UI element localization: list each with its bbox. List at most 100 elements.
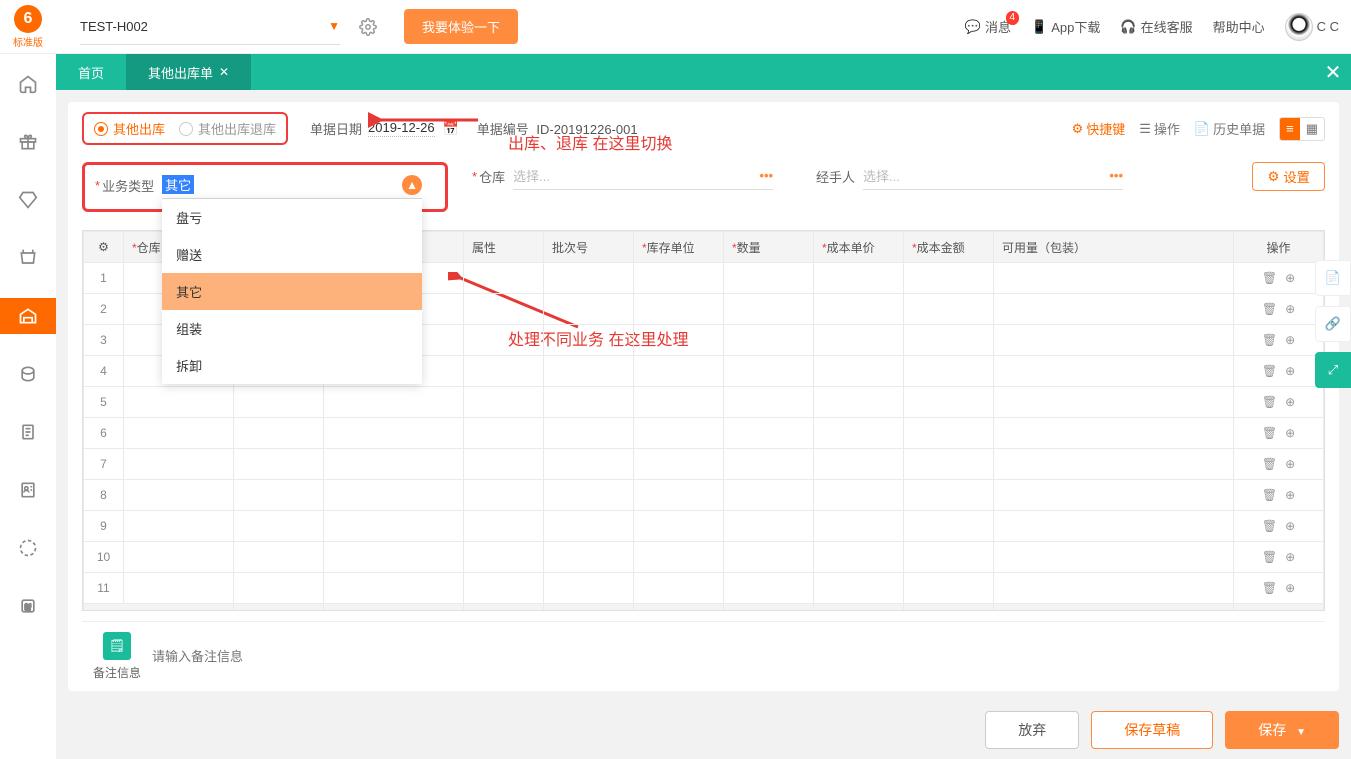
chevron-down-icon: ▼	[1296, 727, 1306, 738]
shortcut-link[interactable]: ⚙ 快捷键	[1072, 119, 1126, 138]
add-row-icon[interactable]: ⊕	[1285, 333, 1295, 347]
add-row-icon[interactable]: ⊕	[1285, 302, 1295, 316]
delete-row-icon[interactable]: 🗑	[1262, 519, 1277, 533]
nav-money[interactable]	[0, 356, 56, 392]
dd-item[interactable]: 组装	[162, 310, 422, 347]
dd-item[interactable]: 拆卸	[162, 347, 422, 384]
tab-home[interactable]: 首页	[56, 54, 126, 90]
radio-out[interactable]: 其他出库	[94, 119, 165, 138]
table-row[interactable]: 8 🗑⊕	[84, 480, 1324, 511]
delete-row-icon[interactable]: 🗑	[1262, 364, 1277, 378]
remark-label: 备注信息	[93, 664, 141, 681]
col-cost-amount: *成本金额	[904, 232, 994, 263]
warehouse-field: * 仓库 选择... •••	[472, 162, 792, 190]
remark-input[interactable]	[152, 649, 1325, 664]
close-all-tabs[interactable]: ✕	[1315, 54, 1351, 90]
more-icon[interactable]: •••	[1109, 168, 1123, 183]
app-download-label: App下载	[1051, 17, 1100, 36]
nav-home[interactable]	[0, 66, 56, 102]
shop-name: TEST-H002	[80, 19, 328, 34]
table-row[interactable]: 6 🗑⊕	[84, 418, 1324, 449]
operate-link[interactable]: ☰ 操作	[1139, 119, 1180, 138]
warehouse-label: 仓库	[479, 167, 505, 186]
view-list[interactable]: ≡	[1280, 118, 1300, 140]
settings-button[interactable]: ⚙ 设置	[1252, 162, 1325, 191]
table-row[interactable]: 7 🗑⊕	[84, 449, 1324, 480]
add-row-icon[interactable]: ⊕	[1285, 364, 1295, 378]
more-icon[interactable]: •••	[759, 168, 773, 183]
add-row-icon[interactable]: ⊕	[1285, 550, 1295, 564]
app-download-link[interactable]: 📱 App下载	[1031, 17, 1100, 36]
view-switch: ≡ ▦	[1279, 117, 1325, 141]
delete-row-icon[interactable]: 🗑	[1262, 271, 1277, 285]
col-ops: 操作	[1234, 232, 1324, 263]
col-gear[interactable]: ⚙	[84, 232, 124, 263]
radio-return[interactable]: 其他出库退库	[179, 119, 276, 138]
view-grid[interactable]: ▦	[1300, 118, 1324, 140]
headset-icon: 🎧	[1120, 19, 1136, 35]
try-button[interactable]: 我要体验一下	[404, 9, 518, 44]
user-name: C C	[1317, 19, 1339, 34]
amount-total: 0.00	[904, 604, 994, 612]
nav-gift[interactable]	[0, 124, 56, 160]
date-value[interactable]: 2019-12-26	[368, 120, 435, 137]
add-row-icon[interactable]: ⊕	[1285, 519, 1295, 533]
delete-row-icon[interactable]: 🗑	[1262, 302, 1277, 316]
delete-row-icon[interactable]: 🗑	[1262, 395, 1277, 409]
tab-current[interactable]: 其他出库单 ✕	[126, 54, 251, 90]
history-link[interactable]: 📄 历史单据	[1194, 119, 1265, 138]
messages-link[interactable]: 💬 消息 4	[965, 17, 1011, 36]
table-row[interactable]: 9 🗑⊕	[84, 511, 1324, 542]
biztype-select[interactable]: 其它 ▲ 盘亏 赠送 其它 组装 拆卸	[162, 171, 422, 199]
delete-row-icon[interactable]: 🗑	[1262, 550, 1277, 564]
radio-out-label: 其他出库	[113, 119, 165, 138]
remark-area: 🗒 备注信息	[82, 621, 1325, 691]
calendar-icon[interactable]: 📅	[443, 121, 459, 137]
form-row: * 业务类型 其它 ▲ 盘亏 赠送 其它 组装 拆卸	[68, 156, 1339, 226]
nav-diamond[interactable]	[0, 182, 56, 218]
chevron-down-icon: ▼	[328, 19, 340, 33]
table-row[interactable]: 5 🗑⊕	[84, 387, 1324, 418]
table-row[interactable]: 10 🗑⊕	[84, 542, 1324, 573]
discard-button[interactable]: 放弃	[985, 711, 1079, 749]
save-button[interactable]: 保存 ▼	[1225, 711, 1339, 749]
handler-select[interactable]: 选择... •••	[863, 162, 1123, 190]
add-row-icon[interactable]: ⊕	[1285, 488, 1295, 502]
dd-item[interactable]: 盘亏	[162, 199, 422, 236]
rail-expand-icon[interactable]: ⤢	[1315, 352, 1351, 388]
delete-row-icon[interactable]: 🗑	[1262, 457, 1277, 471]
delete-row-icon[interactable]: 🗑	[1262, 333, 1277, 347]
nav-chart[interactable]	[0, 530, 56, 566]
shop-selector[interactable]: TEST-H002 ▼	[80, 9, 340, 45]
dd-item[interactable]: 赠送	[162, 236, 422, 273]
add-row-icon[interactable]: ⊕	[1285, 457, 1295, 471]
rail-doc-icon[interactable]: 📄	[1315, 260, 1351, 296]
add-row-icon[interactable]: ⊕	[1285, 426, 1295, 440]
col-attr: 属性	[464, 232, 544, 263]
delete-row-icon[interactable]: 🗑	[1262, 426, 1277, 440]
dd-item[interactable]: 其它	[162, 273, 422, 310]
nav-cart[interactable]	[0, 240, 56, 276]
settings-icon[interactable]	[352, 11, 384, 43]
right-rail: 📄 🔗 ⤢	[1315, 260, 1351, 388]
required-mark: *	[472, 169, 477, 184]
help-link[interactable]: 帮助中心	[1213, 17, 1265, 36]
col-qty: *数量	[724, 232, 814, 263]
add-row-icon[interactable]: ⊕	[1285, 581, 1295, 595]
add-row-icon[interactable]: ⊕	[1285, 271, 1295, 285]
nav-contacts[interactable]	[0, 472, 56, 508]
rail-link-icon[interactable]: 🔗	[1315, 306, 1351, 342]
delete-row-icon[interactable]: 🗑	[1262, 488, 1277, 502]
warehouse-select[interactable]: 选择... •••	[513, 162, 773, 190]
nav-clipboard[interactable]	[0, 414, 56, 450]
close-icon[interactable]: ✕	[219, 65, 229, 79]
add-row-icon[interactable]: ⊕	[1285, 395, 1295, 409]
table-row[interactable]: 11 🗑⊕	[84, 573, 1324, 604]
nav-warehouse[interactable]	[0, 298, 56, 334]
customer-service-link[interactable]: 🎧 在线客服	[1120, 17, 1192, 36]
required-mark: *	[95, 178, 100, 193]
delete-row-icon[interactable]: 🗑	[1262, 581, 1277, 595]
user-menu[interactable]: C C	[1285, 13, 1339, 41]
save-draft-button[interactable]: 保存草稿	[1091, 711, 1213, 749]
nav-new[interactable]: 新	[0, 588, 56, 624]
